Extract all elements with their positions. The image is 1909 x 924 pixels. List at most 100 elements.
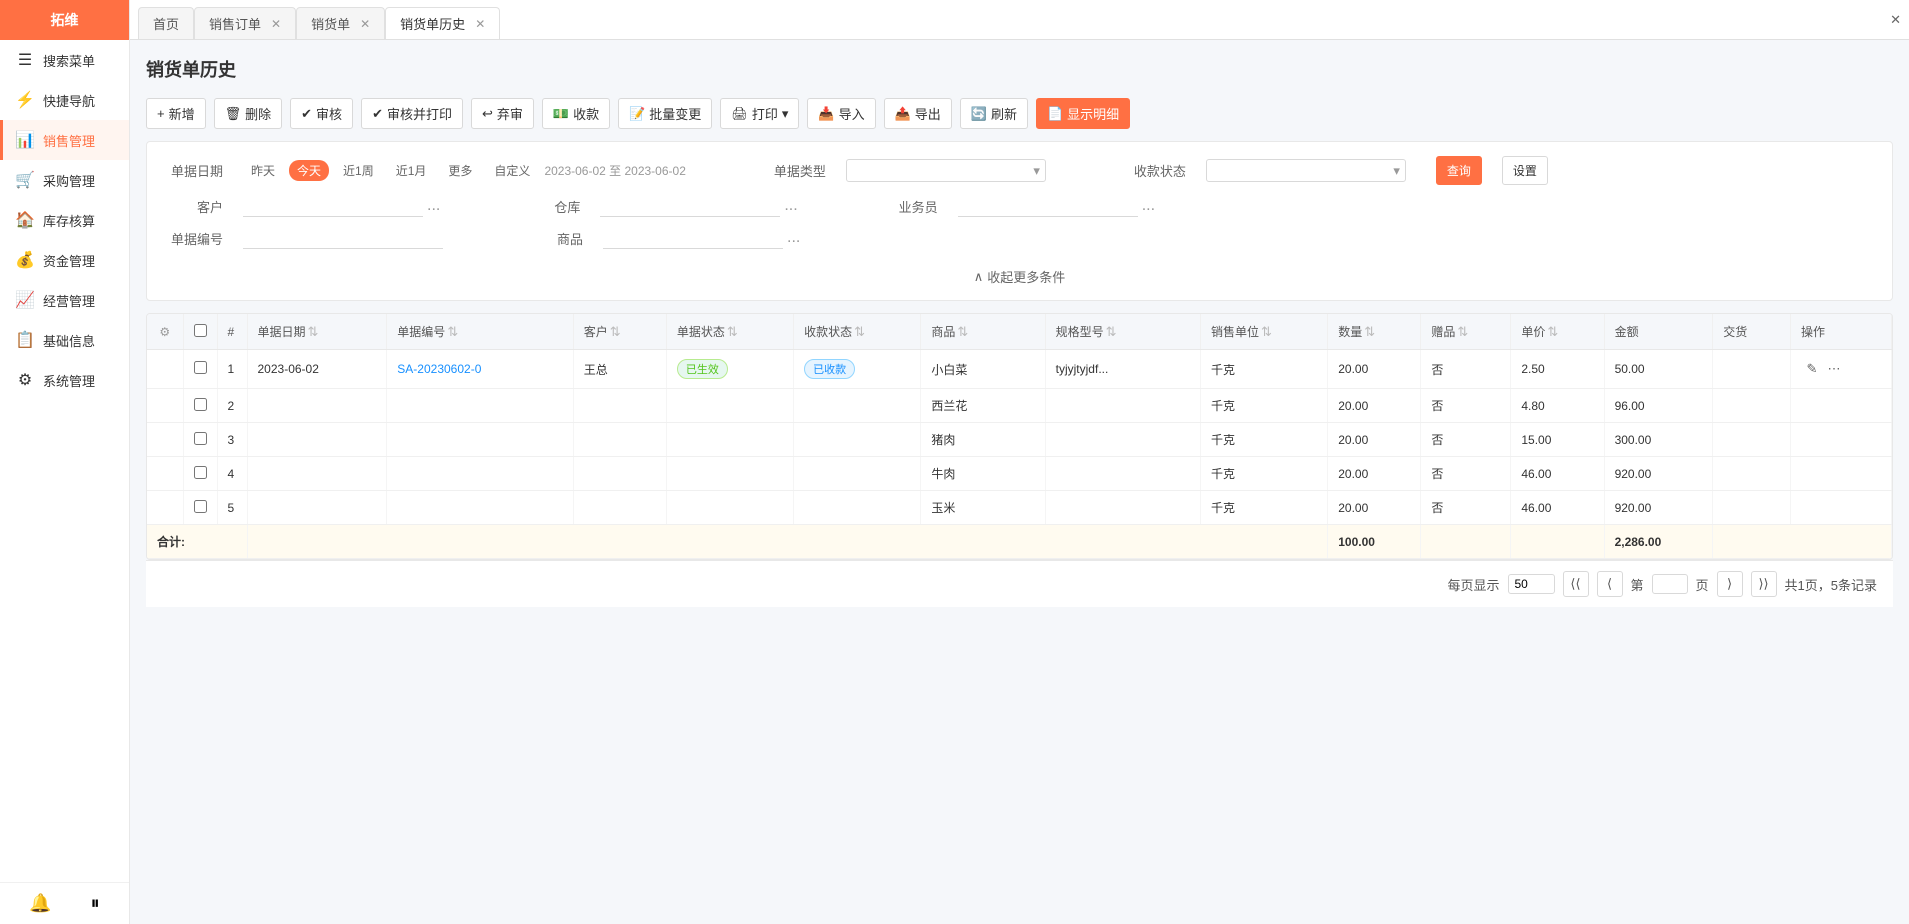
col-doc-no[interactable]: 单据编号⇅ — [387, 314, 573, 350]
row-checkbox-0[interactable] — [183, 350, 217, 389]
col-spec[interactable]: 规格型号⇅ — [1045, 314, 1200, 350]
more-btn[interactable]: ⋯ — [1823, 358, 1845, 380]
row-date-4 — [247, 491, 387, 525]
row-date-2 — [247, 423, 387, 457]
row-checkbox-3[interactable] — [183, 457, 217, 491]
col-unit[interactable]: 销售单位⇅ — [1200, 314, 1327, 350]
import-button[interactable]: 📥导入 — [807, 98, 875, 129]
print-button[interactable]: 🖨打印▾ — [720, 98, 799, 129]
date-tag-last1m[interactable]: 近1月 — [388, 160, 435, 181]
row-checkbox-1[interactable] — [183, 389, 217, 423]
date-tag-today[interactable]: 今天 — [289, 160, 329, 181]
col-price[interactable]: 单价⇅ — [1511, 314, 1604, 350]
salesperson-dots[interactable]: ... — [1142, 197, 1155, 215]
show-detail-button[interactable]: 📄显示明细 — [1036, 98, 1130, 129]
prev-page-btn[interactable]: ⟨ — [1597, 571, 1623, 597]
col-qty[interactable]: 数量⇅ — [1328, 314, 1421, 350]
collect-button[interactable]: 💵收款 — [542, 98, 610, 129]
collapse-button[interactable]: ∧ 收起更多条件 — [163, 259, 1876, 286]
query-button[interactable]: 查询 — [1436, 156, 1482, 185]
sidebar-item-search-menu[interactable]: ☰搜索菜单 — [0, 40, 129, 80]
sidebar-item-quick-nav[interactable]: ⚡快捷导航 — [0, 80, 129, 120]
tab-sales-history[interactable]: 销货单历史✕ — [385, 7, 500, 39]
row-docno-4[interactable] — [387, 491, 573, 525]
page-input[interactable]: 1 — [1652, 574, 1688, 594]
col-customer[interactable]: 客户⇅ — [573, 314, 666, 350]
date-tag-yesterday[interactable]: 昨天 — [243, 160, 283, 181]
goods-input[interactable] — [603, 227, 783, 249]
row-check-1[interactable] — [194, 398, 207, 411]
doc-no-input[interactable] — [243, 227, 443, 249]
sidebar-item-purchase-mgmt[interactable]: 🛒采购管理 — [0, 160, 129, 200]
row-checkbox-4[interactable] — [183, 491, 217, 525]
col-gift[interactable]: 赠品⇅ — [1421, 314, 1511, 350]
customer-dots[interactable]: ... — [427, 197, 440, 215]
row-checkbox-2[interactable] — [183, 423, 217, 457]
row-date-1 — [247, 389, 387, 423]
batch-change-button[interactable]: 📝批量变更 — [618, 98, 712, 129]
per-page-select[interactable]: 50 10 20 100 — [1508, 574, 1555, 594]
date-tag-more[interactable]: 更多 — [440, 160, 480, 181]
col-amount[interactable]: 金额 — [1604, 314, 1713, 350]
customer-input-wrap: ... — [243, 195, 440, 217]
date-tag-last7[interactable]: 近1周 — [335, 160, 382, 181]
row-action-3 — [1790, 457, 1891, 491]
tab-home[interactable]: 首页 — [138, 7, 194, 39]
col-goods[interactable]: 商品⇅ — [921, 314, 1045, 350]
row-docno-0[interactable]: SA-20230602-0 — [387, 350, 573, 389]
refresh-button[interactable]: 🔄刷新 — [960, 98, 1028, 129]
row-check-3[interactable] — [194, 466, 207, 479]
toolbar: +新增 🗑删除✔审核 ✔审核并打印 ↩弃审 💵收款 📝批量变更 🖨打印▾ 📥导入 📤导出 🔄刷新 📄… — [146, 98, 1893, 129]
col-doc-status[interactable]: 单据状态⇅ — [666, 314, 793, 350]
tab-sales-order[interactable]: 销售订单✕ — [194, 7, 296, 39]
date-tag-custom[interactable]: 自定义 — [486, 160, 538, 181]
row-docno-2[interactable] — [387, 423, 573, 457]
notification-icon[interactable]: 🔔 — [29, 893, 51, 914]
salesperson-input[interactable] — [958, 195, 1138, 217]
goods-dots[interactable]: ... — [787, 229, 800, 247]
delete-button[interactable]: 🗑删除 — [214, 98, 283, 129]
row-qty-4: 20.00 — [1328, 491, 1421, 525]
tab-close-sales-order[interactable]: ✕ — [271, 17, 281, 31]
row-docno-3[interactable] — [387, 457, 573, 491]
tab-sales-goods[interactable]: 销货单✕ — [296, 7, 385, 39]
audit-button[interactable]: ✔审核 — [290, 98, 353, 129]
row-check-4[interactable] — [194, 500, 207, 513]
abandon-button[interactable]: ↩弃审 — [471, 98, 534, 129]
next-page-btn[interactable]: ⟩ — [1717, 571, 1743, 597]
first-page-btn[interactable]: ⟨⟨ — [1563, 571, 1589, 597]
customer-input[interactable] — [243, 195, 423, 217]
row-check-2[interactable] — [194, 432, 207, 445]
sidebar-item-sys-mgmt[interactable]: ⚙系统管理 — [0, 360, 129, 400]
row-check-0[interactable] — [194, 361, 207, 374]
tab-close-sales-goods[interactable]: ✕ — [360, 17, 370, 31]
col-pay-status[interactable]: 收款状态⇅ — [794, 314, 921, 350]
row-unit-0: 千克 — [1200, 350, 1327, 389]
row-docno-1[interactable] — [387, 389, 573, 423]
export-button[interactable]: 📤导出 — [884, 98, 952, 129]
sidebar-item-finance-mgmt[interactable]: 💰资金管理 — [0, 240, 129, 280]
sidebar-item-basic-info[interactable]: 📋基础信息 — [0, 320, 129, 360]
row-no-2: 3 — [217, 423, 247, 457]
add-btn-label: 新增 — [169, 104, 195, 123]
doc-type-select[interactable] — [846, 159, 1046, 182]
sidebar-item-ops-mgmt[interactable]: 📈经营管理 — [0, 280, 129, 320]
sidebar-item-sales-mgmt[interactable]: 📊销售管理 — [0, 120, 129, 160]
edit-btn[interactable]: ✎ — [1801, 358, 1823, 380]
audit-print-button[interactable]: ✔审核并打印 — [361, 98, 463, 129]
pay-status-select[interactable] — [1206, 159, 1406, 182]
col-gear[interactable]: ⚙ — [147, 314, 183, 350]
warehouse-input[interactable] — [600, 195, 780, 217]
pause-icon[interactable]: ⏸ — [91, 893, 100, 914]
warehouse-dots[interactable]: ... — [784, 197, 797, 215]
col-doc-date[interactable]: 单据日期⇅ — [247, 314, 387, 350]
tab-close-sales-history[interactable]: ✕ — [475, 17, 485, 31]
add-button[interactable]: +新增 — [146, 98, 206, 129]
select-all-checkbox[interactable] — [194, 324, 207, 337]
last-page-btn[interactable]: ⟩⟩ — [1751, 571, 1777, 597]
row-qty-1: 20.00 — [1328, 389, 1421, 423]
setting-button[interactable]: 设置 — [1502, 156, 1548, 185]
sidebar-item-inventory-calc[interactable]: 🏠库存核算 — [0, 200, 129, 240]
window-close-icon[interactable]: ✕ — [1890, 12, 1901, 28]
collect-btn-label: 收款 — [573, 104, 599, 123]
